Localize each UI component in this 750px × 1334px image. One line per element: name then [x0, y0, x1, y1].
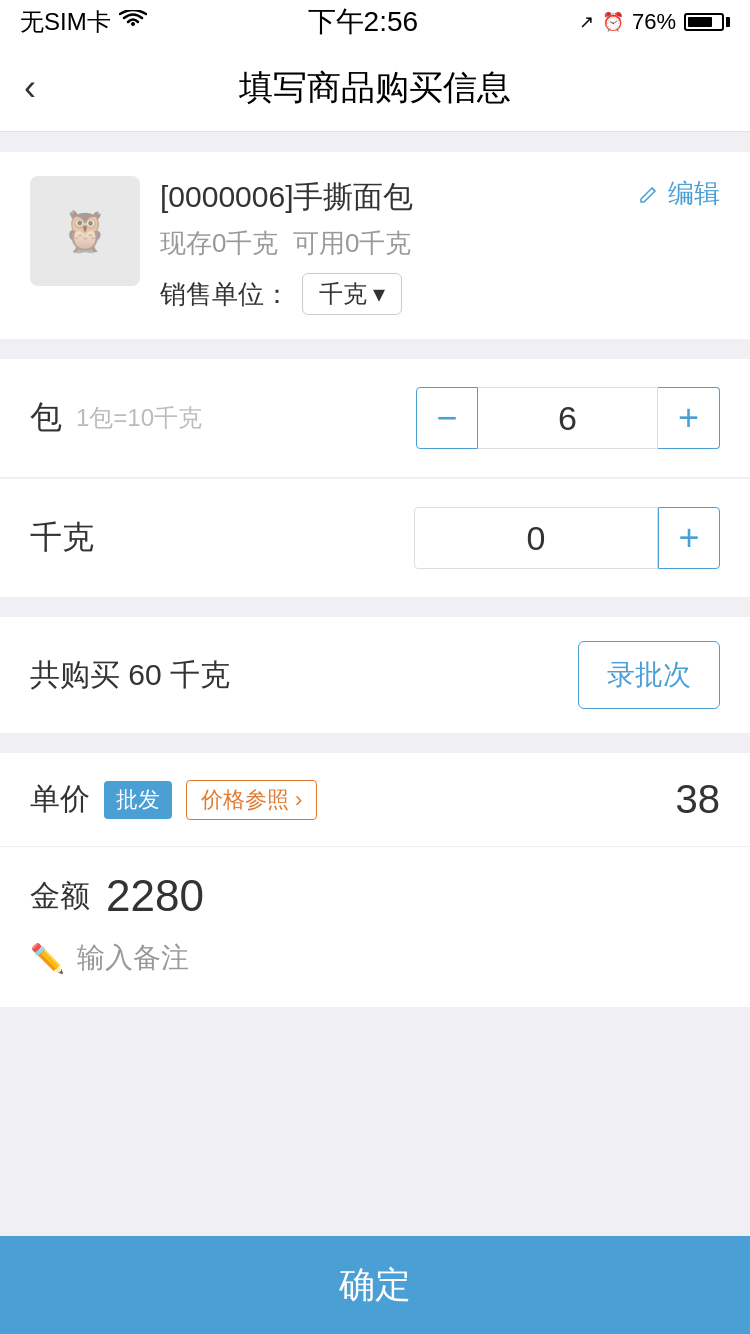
back-button[interactable]: ‹	[24, 67, 36, 109]
price-value: 38	[676, 777, 721, 822]
price-tag-wholesale: 批发	[104, 781, 172, 819]
wifi-icon	[119, 8, 147, 36]
product-name: [0000006]手撕面包	[160, 176, 413, 218]
summary-text: 共购买 60 千克	[30, 655, 230, 696]
amount-section: 金额 2280 ✏️ 输入备注	[0, 846, 750, 1007]
bao-input-section: 包 1包=10千克 − +	[0, 359, 750, 477]
kg-input-section: 千克 +	[0, 479, 750, 597]
amount-value: 2280	[106, 871, 204, 921]
chevron-down-icon: ▾	[373, 280, 385, 308]
amount-row: 金额 2280	[30, 871, 720, 921]
kg-input-control: +	[414, 507, 720, 569]
product-stock: 现存0千克 可用0千克	[160, 226, 720, 261]
bao-minus-button[interactable]: −	[416, 387, 478, 449]
remark-row[interactable]: ✏️ 输入备注	[30, 939, 720, 977]
price-label: 单价	[30, 779, 90, 820]
price-section: 单价 批发 价格参照 › 38	[0, 753, 750, 846]
product-card: 🦉 [0000006]手撕面包 编辑 现存0千克 可用0千克 销售单位： 千克 …	[0, 152, 750, 339]
page-title: 填写商品购买信息	[239, 65, 511, 111]
bao-hint: 1包=10千克	[76, 402, 202, 434]
bao-input-row: 包 1包=10千克 − +	[30, 359, 720, 477]
status-left: 无SIM卡	[20, 6, 147, 38]
status-bar: 无SIM卡 下午2:56 ↗ ⏰ 76%	[0, 0, 750, 44]
carrier-text: 无SIM卡	[20, 6, 111, 38]
alarm-icon: ⏰	[602, 11, 624, 33]
unit-select[interactable]: 千克 ▾	[302, 273, 402, 315]
bao-quantity-input[interactable]	[478, 387, 658, 449]
location-icon: ↗	[579, 11, 594, 33]
bao-input-control: − +	[416, 387, 720, 449]
amount-label: 金额	[30, 876, 90, 917]
summary-section: 共购买 60 千克 录批次	[0, 617, 750, 733]
edit-button[interactable]: 编辑	[638, 176, 720, 211]
status-right: ↗ ⏰ 76%	[579, 9, 730, 35]
product-info: [0000006]手撕面包 编辑 现存0千克 可用0千克 销售单位： 千克 ▾	[160, 176, 720, 315]
product-thumbnail: 🦉	[30, 176, 140, 286]
remark-placeholder: 输入备注	[77, 939, 189, 977]
product-logo: 🦉	[60, 208, 110, 255]
price-section-wrapper: 单价 批发 价格参照 › 38 金额 2280 ✏️ 输入备注	[0, 753, 750, 1007]
battery-icon	[684, 13, 730, 31]
kg-input-row: 千克 +	[30, 479, 720, 597]
nav-bar: ‹ 填写商品购买信息	[0, 44, 750, 132]
kg-label: 千克	[30, 516, 94, 560]
edit-label: 编辑	[668, 176, 720, 211]
bao-plus-button[interactable]: +	[658, 387, 720, 449]
batch-button[interactable]: 录批次	[578, 641, 720, 709]
price-left: 单价 批发 价格参照 ›	[30, 779, 317, 820]
kg-plus-button[interactable]: +	[658, 507, 720, 569]
price-ref-button[interactable]: 价格参照 ›	[186, 780, 317, 820]
kg-quantity-input[interactable]	[414, 507, 658, 569]
product-unit-row: 销售单位： 千克 ▾	[160, 273, 720, 315]
confirm-button[interactable]: 确定	[0, 1236, 750, 1334]
pencil-icon: ✏️	[30, 942, 65, 975]
status-time: 下午2:56	[308, 3, 419, 41]
battery-percent: 76%	[632, 9, 676, 35]
bao-label: 包 1包=10千克	[30, 396, 202, 440]
